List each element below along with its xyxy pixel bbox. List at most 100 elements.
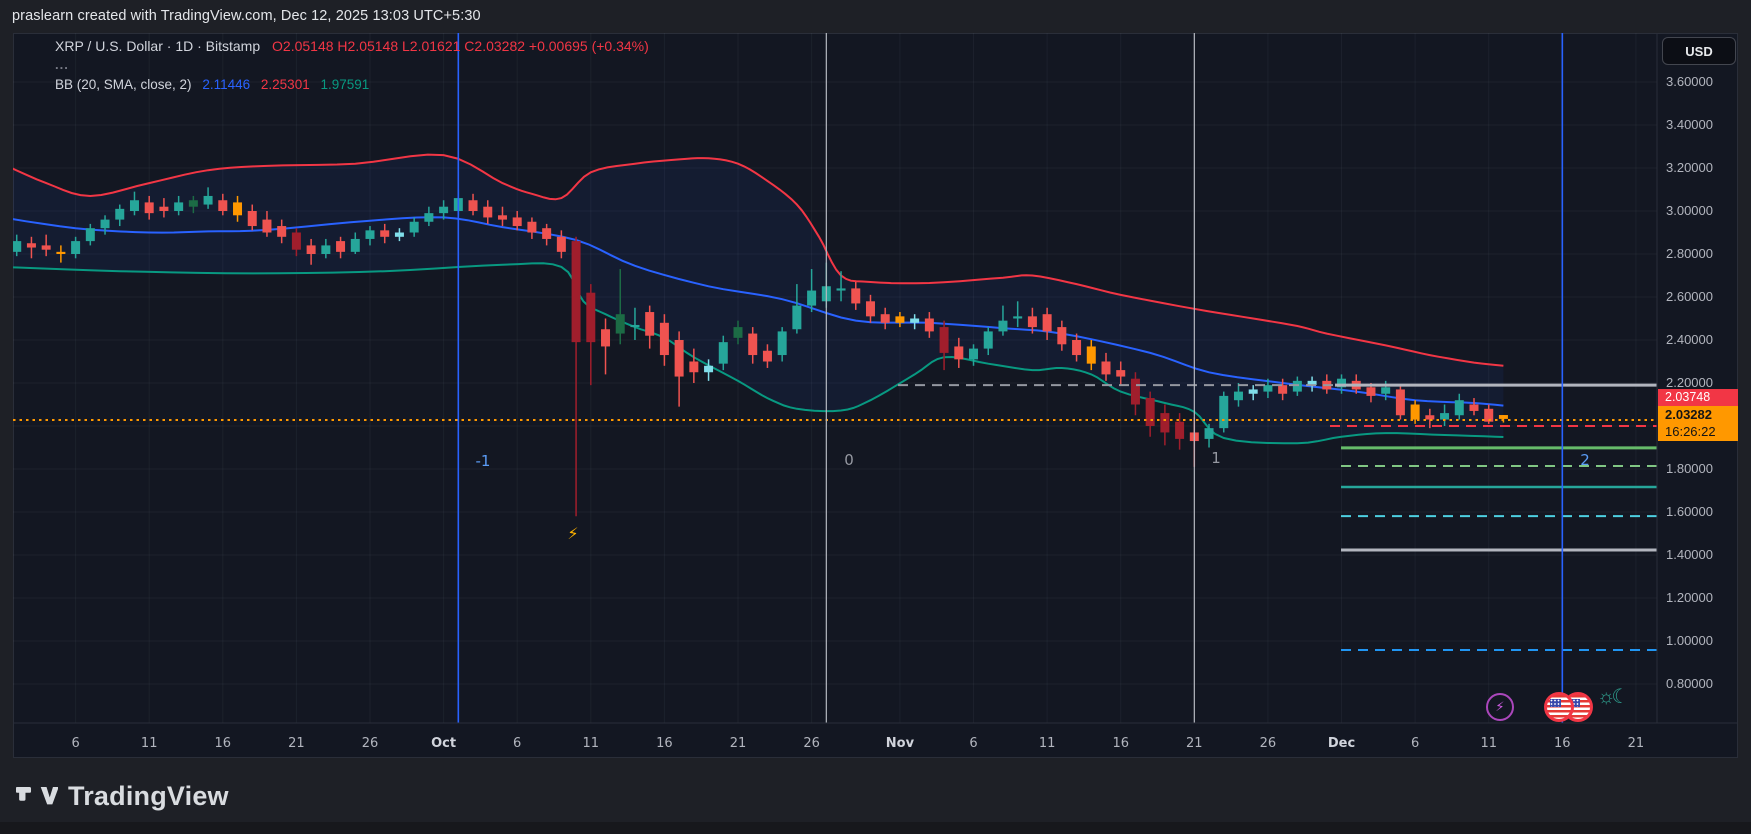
chart-legend[interactable]: XRP / U.S. Dollar · 1D · Bitstamp O2.051… <box>55 39 649 92</box>
candle[interactable] <box>233 202 242 215</box>
candle[interactable] <box>984 331 993 348</box>
event-marker-icon[interactable]: ⚡ <box>567 524 578 543</box>
candle[interactable] <box>1219 396 1228 428</box>
candle[interactable] <box>262 220 271 233</box>
candle[interactable] <box>321 245 330 254</box>
candle[interactable] <box>601 329 610 346</box>
candle[interactable] <box>586 293 595 342</box>
candle[interactable] <box>1175 422 1184 439</box>
candle[interactable] <box>277 226 286 237</box>
candle[interactable] <box>174 202 183 211</box>
wave-count-label[interactable]: 2 <box>1580 451 1590 469</box>
candle[interactable] <box>527 222 536 233</box>
candle[interactable] <box>56 252 65 254</box>
candle[interactable] <box>1072 340 1081 355</box>
candle[interactable] <box>336 241 345 252</box>
candle[interactable] <box>292 233 301 250</box>
candle[interactable] <box>395 233 404 237</box>
candle[interactable] <box>763 351 772 362</box>
candle[interactable] <box>159 207 168 211</box>
candle[interactable] <box>27 243 36 247</box>
symbol-row[interactable]: XRP / U.S. Dollar · 1D · Bitstamp O2.051… <box>55 39 649 53</box>
time-scale[interactable]: 611162126Oct611162126Nov611162126Dec6111… <box>71 736 1644 751</box>
bollinger-bands[interactable] <box>13 155 1503 444</box>
candle[interactable] <box>778 331 787 355</box>
candle[interactable] <box>675 340 684 377</box>
candle[interactable] <box>410 222 419 233</box>
candle[interactable] <box>940 327 949 353</box>
candle[interactable] <box>307 245 316 254</box>
candle[interactable] <box>1293 381 1302 392</box>
candle[interactable] <box>969 349 978 360</box>
bb-indicator-title[interactable]: BB (20, SMA, close, 2) <box>55 77 192 92</box>
candle[interactable] <box>42 245 51 249</box>
candle[interactable] <box>881 314 890 323</box>
candle[interactable] <box>1455 400 1464 415</box>
candle[interactable] <box>1396 389 1405 415</box>
candle[interactable] <box>1249 389 1258 393</box>
tradingview-logo[interactable]: TradingView <box>16 779 229 813</box>
candle[interactable] <box>910 319 919 323</box>
candle[interactable] <box>1013 316 1022 318</box>
candle[interactable] <box>204 196 213 205</box>
candle[interactable] <box>719 342 728 364</box>
candle[interactable] <box>837 288 846 290</box>
candle[interactable] <box>424 213 433 222</box>
lightning-badge-icon[interactable]: ⚡ <box>1486 693 1514 721</box>
candle[interactable] <box>1440 413 1449 419</box>
candle[interactable] <box>469 200 478 211</box>
sun-moon-icon[interactable]: ☼☾ <box>1597 684 1625 709</box>
candle[interactable] <box>1205 428 1214 439</box>
candle[interactable] <box>1057 327 1066 344</box>
candle[interactable] <box>1146 398 1155 426</box>
candle[interactable] <box>115 209 124 220</box>
us-flag-icon[interactable] <box>1544 692 1574 722</box>
candle[interactable] <box>572 241 581 342</box>
candle[interactable] <box>660 323 669 355</box>
candle[interactable] <box>1425 415 1434 419</box>
candle[interactable] <box>1278 385 1287 394</box>
candle[interactable] <box>101 220 110 229</box>
candle[interactable] <box>380 230 389 236</box>
candle[interactable] <box>792 306 801 330</box>
candle[interactable] <box>498 215 507 219</box>
candle[interactable] <box>1028 316 1037 327</box>
candle[interactable] <box>71 241 80 254</box>
candle[interactable] <box>218 200 227 211</box>
candle[interactable] <box>1411 405 1420 420</box>
candle[interactable] <box>1381 387 1390 393</box>
candle[interactable] <box>1131 379 1140 405</box>
candle[interactable] <box>248 211 257 226</box>
candle[interactable] <box>86 228 95 241</box>
candle[interactable] <box>1102 362 1111 375</box>
candle[interactable] <box>351 239 360 252</box>
candle[interactable] <box>1470 405 1479 411</box>
wave-count-label[interactable]: 1 <box>1211 449 1221 467</box>
candle[interactable] <box>998 321 1007 332</box>
candle[interactable] <box>704 366 713 372</box>
candle[interactable] <box>925 319 934 332</box>
wave-count-label[interactable]: -1 <box>476 452 491 470</box>
candle[interactable] <box>734 327 743 338</box>
candle[interactable] <box>542 228 551 239</box>
candle[interactable] <box>513 217 522 226</box>
collapsed-indicator-row[interactable]: ... <box>55 58 649 71</box>
candle[interactable] <box>645 312 654 336</box>
candle[interactable] <box>866 301 875 316</box>
candle[interactable] <box>1234 392 1243 401</box>
candle[interactable] <box>557 237 566 252</box>
candle[interactable] <box>851 288 860 303</box>
candle[interactable] <box>1160 413 1169 432</box>
currency-toggle-button[interactable]: USD <box>1662 37 1736 65</box>
candle[interactable] <box>1366 387 1375 396</box>
candle[interactable] <box>439 207 448 213</box>
candle[interactable] <box>1116 370 1125 376</box>
bb-indicator-row[interactable]: BB (20, SMA, close, 2) 2.11446 2.25301 1… <box>55 78 649 92</box>
symbol-title[interactable]: XRP / U.S. Dollar · 1D · Bitstamp <box>55 38 260 54</box>
candle[interactable] <box>130 200 139 211</box>
candle[interactable] <box>1087 346 1096 363</box>
candle[interactable] <box>366 230 375 239</box>
candlestick-chart[interactable]: -1012⚡611162126Oct611162126Nov611162126D… <box>13 33 1738 758</box>
candle[interactable] <box>630 325 639 327</box>
candle[interactable] <box>145 202 154 213</box>
